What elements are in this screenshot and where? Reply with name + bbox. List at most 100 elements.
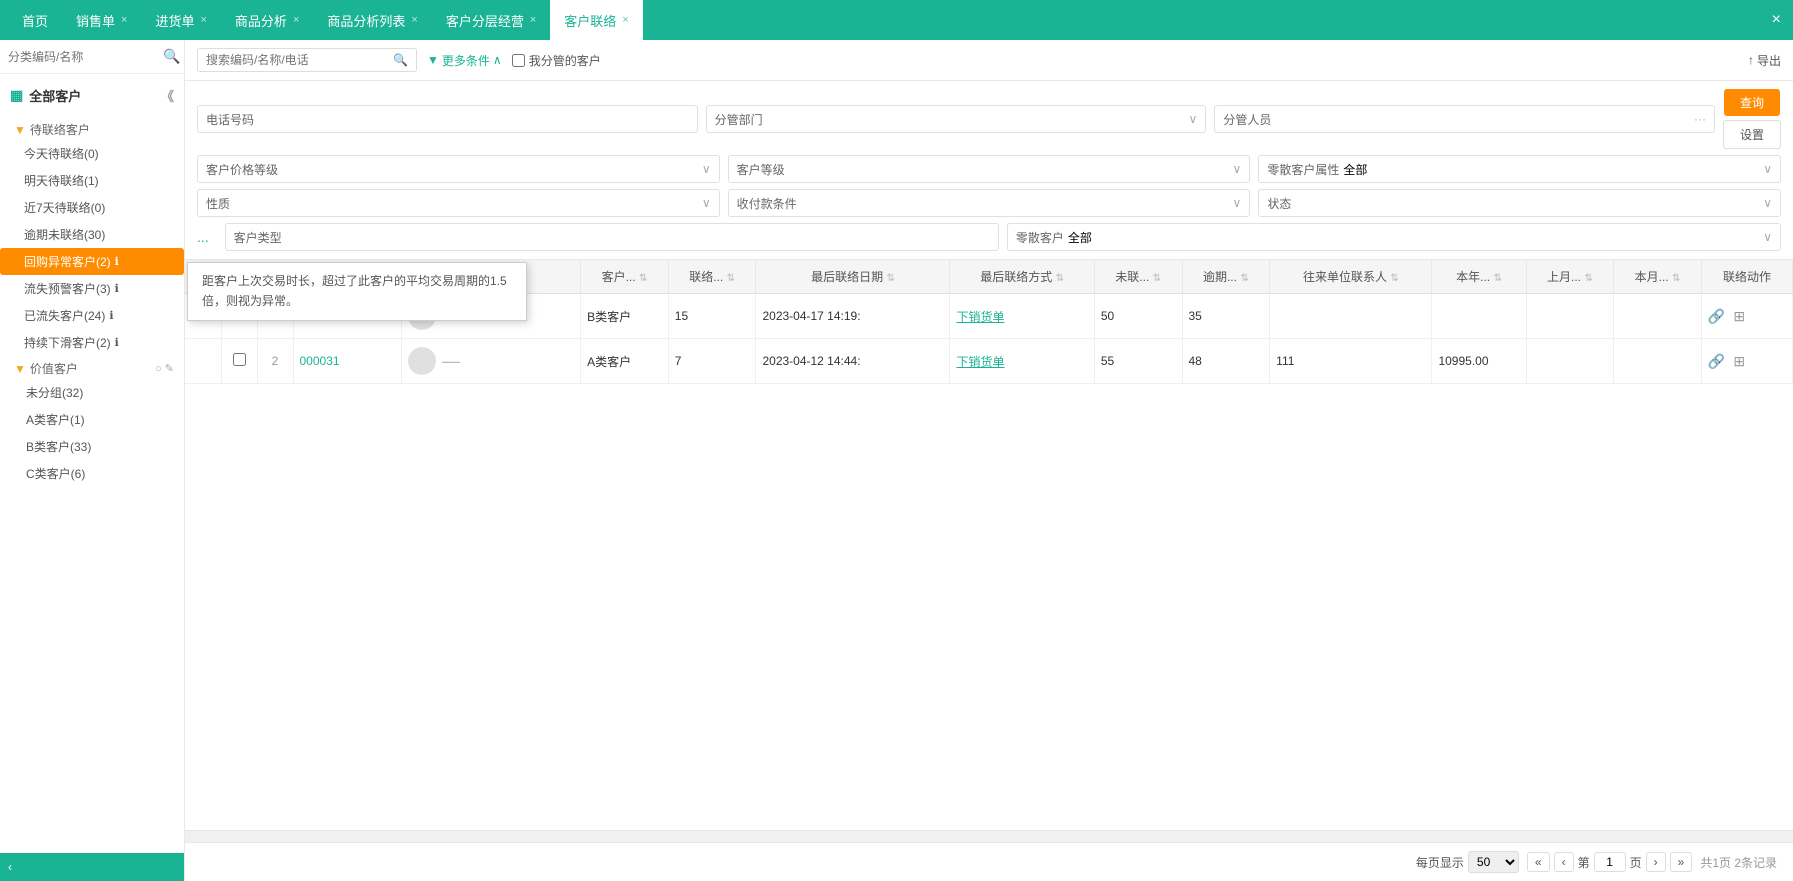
sidebar-item-lost-pre[interactable]: 流失预警客户(3) ℹ [0, 275, 184, 302]
export-button[interactable]: ↑ 导出 [1748, 52, 1781, 69]
row-code-2[interactable]: 000031 [293, 339, 402, 384]
col-last-month[interactable]: 上月... ⇅ [1526, 260, 1614, 294]
retail-attr-value: 全部 [1343, 161, 1367, 178]
sidebar-bottom-arrow[interactable]: ‹ [8, 860, 12, 874]
col-overdue[interactable]: 逾期... ⇅ [1182, 260, 1270, 294]
row-checkbox-2[interactable] [221, 339, 257, 384]
dept-dropdown-arrow: ∨ [1189, 112, 1198, 126]
col-contact-times[interactable]: 联络... ⇅ [668, 260, 756, 294]
last-method-link-2[interactable]: 下销货单 [956, 355, 1004, 369]
row-level-1: B类客户 [581, 294, 669, 339]
sidebar-search-input[interactable] [8, 50, 163, 64]
sidebar-all-customers-header[interactable]: ▦ 全部客户 《 [0, 80, 184, 111]
customer-search-input[interactable] [206, 53, 393, 67]
grid-action-icon-2[interactable]: ⊞ [1733, 353, 1745, 370]
col-this-month[interactable]: 本月... ⇅ [1614, 260, 1702, 294]
nav-customer-contact[interactable]: 客户联络 × [550, 0, 642, 40]
filter-payment[interactable]: 收付款条件 ∨ [728, 189, 1251, 217]
filter-person[interactable]: 分管人员 ··· [1214, 105, 1715, 133]
col-no-contact[interactable]: 未联... ⇅ [1094, 260, 1182, 294]
filter-customer-type[interactable]: 客户类型 [225, 223, 999, 251]
filter-status[interactable]: 状态 ∨ [1258, 189, 1781, 217]
filter-bar: 🔍 ▼ 更多条件 ∧ 我分管的客户 ↑ 导出 [185, 40, 1793, 81]
row-last-date-1: 2023-04-17 14:19: [756, 294, 950, 339]
sidebar-item-7days[interactable]: 近7天待联络(0) [0, 194, 184, 221]
col-customer-level[interactable]: 客户... ⇅ [581, 260, 669, 294]
filter-retail-customer[interactable]: 零散客户 全部 ∨ [1007, 223, 1781, 251]
filter-price-level[interactable]: 客户价格等级 ∨ [197, 155, 720, 183]
row-last-method-2[interactable]: 下销货单 [950, 339, 1094, 384]
sidebar-item-ungrouped[interactable]: 未分组(32) [0, 379, 184, 406]
sort-icon-overdue: ⇅ [1240, 273, 1248, 284]
query-button[interactable]: 查询 [1724, 89, 1780, 116]
nav-customer-tier-close[interactable]: × [530, 14, 536, 26]
avatar-2 [408, 347, 436, 375]
prev-page-btn[interactable]: ‹ [1554, 852, 1574, 872]
last-method-link-1[interactable]: 下销货单 [956, 310, 1004, 324]
sidebar-item-a-class[interactable]: A类客户(1) [0, 406, 184, 433]
filter-more-dots[interactable]: ... [197, 229, 209, 245]
first-page-btn[interactable]: « [1527, 852, 1550, 872]
filter-gender[interactable]: 性质 ∨ [197, 189, 720, 217]
page-number-input[interactable] [1594, 852, 1626, 872]
last-page-btn[interactable]: » [1670, 852, 1693, 872]
sidebar-item-b-class[interactable]: B类客户(33) [0, 433, 184, 460]
filter-dept[interactable]: 分管部门 ∨ [706, 105, 1207, 133]
per-page-select[interactable]: 50 20 100 [1468, 851, 1519, 873]
settings-button[interactable]: 设置 [1723, 120, 1781, 149]
nav-home[interactable]: 首页 [8, 0, 62, 40]
col-company-contact[interactable]: 往来单位联系人 ⇅ [1270, 260, 1432, 294]
app-close-button[interactable]: × [1772, 11, 1781, 29]
horizontal-scrollbar[interactable] [185, 830, 1793, 842]
status-arrow: ∨ [1763, 196, 1772, 210]
link-action-icon-1[interactable]: 🔗 [1708, 308, 1725, 325]
col-last-contact-date[interactable]: 最后联络日期 ⇅ [756, 260, 950, 294]
filter-customer-level[interactable]: 客户等级 ∨ [728, 155, 1251, 183]
row-last-method-1[interactable]: 下销货单 [950, 294, 1094, 339]
customer-search-icon[interactable]: 🔍 [393, 53, 408, 67]
sidebar-item-overdue[interactable]: 逾期未联络(30) [0, 221, 184, 248]
customer-code-value-2[interactable]: 000031 [300, 354, 340, 368]
filter-row-4: ... 客户类型 零散客户 全部 ∨ [197, 223, 1781, 251]
content-area: 🔍 ▼ 更多条件 ∧ 我分管的客户 ↑ 导出 电话号码 [185, 40, 1793, 881]
nav-product-analysis-close[interactable]: × [293, 14, 299, 26]
customer-level-arrow: ∨ [1233, 162, 1242, 176]
next-page-btn[interactable]: › [1646, 852, 1666, 872]
filter-phone[interactable]: 电话号码 [197, 105, 698, 133]
nav-product-analysis-list-close[interactable]: × [411, 14, 417, 26]
lost-pre-info-icon: ℹ [115, 282, 119, 295]
retail-customer-value: 全部 [1068, 229, 1092, 246]
nav-customer-tier[interactable]: 客户分层经营 × [432, 0, 550, 40]
nav-product-analysis-list[interactable]: 商品分析列表 × [313, 0, 431, 40]
sidebar-item-tomorrow[interactable]: 明天待联络(1) [0, 167, 184, 194]
grid-action-icon-1[interactable]: ⊞ [1733, 308, 1745, 325]
row-name-2[interactable]: — [402, 339, 581, 384]
nav-purchase[interactable]: 进货单 × [141, 0, 220, 40]
nav-sales-close[interactable]: × [121, 14, 127, 26]
customer-level-label: 客户等级 [737, 161, 785, 178]
action-icons-1: 🔗 ⊞ [1708, 308, 1786, 325]
nav-sales[interactable]: 销售单 × [62, 0, 141, 40]
more-conditions-btn[interactable]: ▼ 更多条件 ∧ [427, 52, 502, 69]
sort-icon-this-month: ⇅ [1672, 273, 1680, 284]
sidebar-item-today[interactable]: 今天待联络(0) [0, 140, 184, 167]
row-checkbox-input-2[interactable] [233, 353, 246, 366]
row-last-date-2: 2023-04-12 14:44: [756, 339, 950, 384]
link-action-icon-2[interactable]: 🔗 [1708, 353, 1725, 370]
sidebar-value-customers-group: ▼ 价值客户 ○ ✎ [0, 356, 184, 379]
sidebar-item-already-lost[interactable]: 已流失客户(24) ℹ [0, 302, 184, 329]
nav-customer-contact-close[interactable]: × [622, 14, 628, 26]
col-last-contact-method[interactable]: 最后联络方式 ⇅ [950, 260, 1094, 294]
sidebar-item-c-class[interactable]: C类客户(6) [0, 460, 184, 487]
sidebar-item-declining[interactable]: 持续下滑客户(2) ℹ [0, 329, 184, 356]
sidebar-item-repurchase-abnormal[interactable]: 回购异常客户(2) ℹ [0, 248, 184, 275]
col-this-year[interactable]: 本年... ⇅ [1432, 260, 1526, 294]
nav-product-analysis[interactable]: 商品分析 × [221, 0, 313, 40]
filter-retail-attr[interactable]: 零散客户属性 全部 ∨ [1258, 155, 1781, 183]
my-customers-checkbox[interactable] [512, 54, 525, 67]
nav-purchase-close[interactable]: × [200, 14, 206, 26]
payment-label: 收付款条件 [737, 195, 797, 212]
search-box: 🔍 [197, 48, 417, 72]
value-edit-icons[interactable]: ○ ✎ [155, 362, 174, 375]
arrow-icon: ▼ [14, 123, 26, 137]
